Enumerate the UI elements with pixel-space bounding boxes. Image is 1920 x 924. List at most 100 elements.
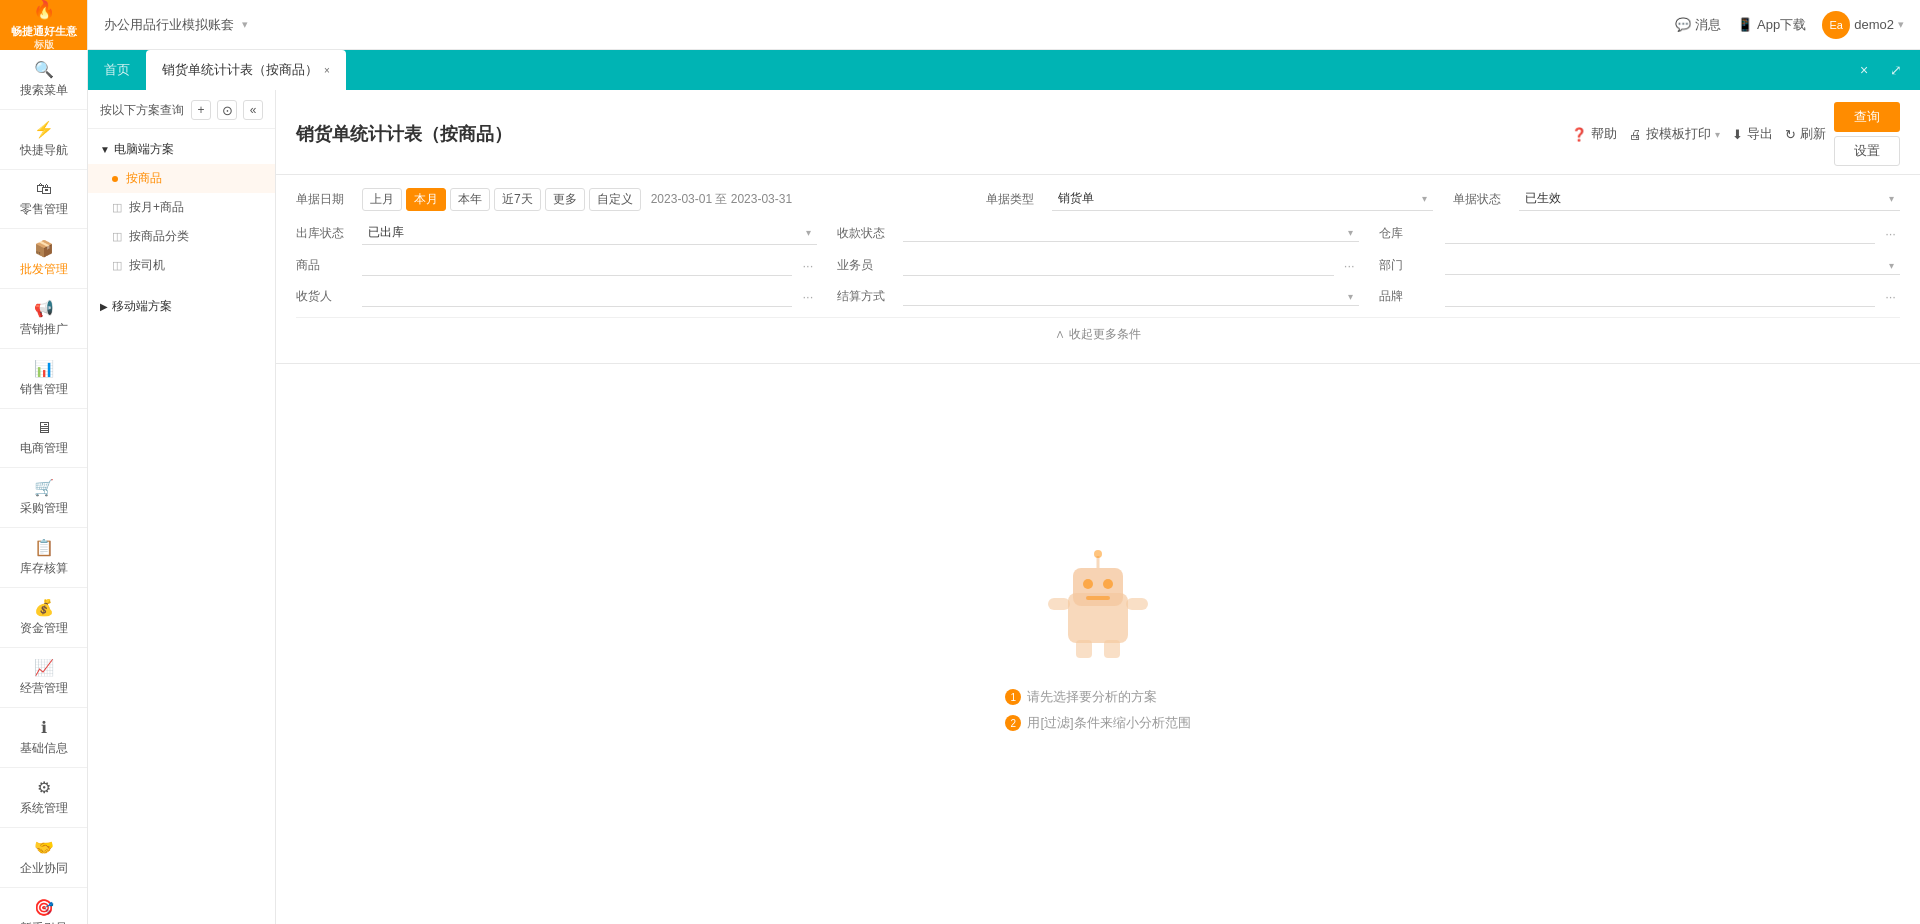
- date-last-month-btn[interactable]: 上月: [362, 188, 402, 211]
- payment-chevron-icon: ▾: [1348, 291, 1353, 302]
- scheme-item-by-goods[interactable]: 按商品: [88, 164, 275, 193]
- status-label: 单据状态: [1453, 191, 1513, 208]
- empty-text-2: 用[过滤]条件来缩小分析范围: [1027, 714, 1190, 732]
- date-custom-btn[interactable]: 自定义: [589, 188, 641, 211]
- top-header-right: 💬 消息 📱 App下载 Ea demo2 ▾: [1675, 11, 1904, 39]
- left-panel-header: 按以下方案查询 + ⊙ «: [88, 90, 275, 129]
- top-header: 办公用品行业模拟账套 ▾ 💬 消息 📱 App下载 Ea demo2 ▾: [88, 0, 1920, 50]
- staff-input[interactable]: [903, 255, 1333, 276]
- date-this-month-btn[interactable]: 本月: [406, 188, 446, 211]
- sidebar-item-basics[interactable]: ℹ 基础信息: [0, 708, 87, 768]
- receiver-input[interactable]: [362, 286, 792, 307]
- date-label: 单据日期: [296, 191, 356, 208]
- type-value: 销货单: [1058, 190, 1094, 207]
- export-btn[interactable]: ⬇ 导出: [1732, 125, 1773, 143]
- sidebar-item-label: 快捷导航: [20, 142, 68, 159]
- app-download-label: App下载: [1757, 16, 1806, 34]
- tab-expand-btn[interactable]: ⤢: [1884, 58, 1908, 82]
- collapse-bar[interactable]: ∧ 收起更多条件: [296, 317, 1900, 351]
- tab-sales-stats[interactable]: 销货单统计计表（按商品） ×: [146, 50, 346, 90]
- refresh-icon: ↻: [1785, 127, 1796, 142]
- sidebar-item-label: 销售管理: [20, 381, 68, 398]
- sidebar-item-purchase[interactable]: 🛒 采购管理: [0, 468, 87, 528]
- sidebar-item-business[interactable]: 📈 经营管理: [0, 648, 87, 708]
- sidebar-item-ecommerce[interactable]: 🖥 电商管理: [0, 409, 87, 468]
- status-value: 已生效: [1525, 190, 1561, 207]
- tab-close-all-btn[interactable]: ×: [1852, 58, 1876, 82]
- receipt-status-select[interactable]: ▾: [903, 224, 1358, 242]
- date-7days-btn[interactable]: 近7天: [494, 188, 541, 211]
- type-select[interactable]: 销货单 ▾: [1052, 187, 1433, 211]
- tab-home[interactable]: 首页: [88, 50, 146, 90]
- sidebar-item-quicknav[interactable]: ⚡ 快捷导航: [0, 110, 87, 170]
- sidebar-item-inventory[interactable]: 📋 库存核算: [0, 528, 87, 588]
- sidebar-item-retail[interactable]: 🛍 零售管理: [0, 170, 87, 229]
- scheme-item-by-category[interactable]: ◫ 按商品分类: [88, 222, 275, 251]
- table-icon-3: ◫: [112, 259, 122, 272]
- type-chevron-icon: ▾: [1422, 193, 1427, 204]
- marketing-icon: 📢: [34, 299, 54, 318]
- dept-select[interactable]: ▾: [1445, 257, 1900, 275]
- filter-brand: 品牌 ···: [1379, 286, 1900, 307]
- scheme-item-by-month-goods[interactable]: ◫ 按月+商品: [88, 193, 275, 222]
- tab-close-icon[interactable]: ×: [324, 65, 330, 76]
- sidebar-item-system[interactable]: ⚙ 系统管理: [0, 768, 87, 828]
- title-right-actions: ❓ 帮助 🖨 按模板打印 ▾ ⬇ 导出 ↻: [1571, 102, 1900, 166]
- staff-dots[interactable]: ···: [1340, 258, 1359, 273]
- settings-btn[interactable]: 设置: [1834, 136, 1900, 166]
- empty-illustration: [1038, 548, 1158, 668]
- sidebar-item-finance[interactable]: 💰 资金管理: [0, 588, 87, 648]
- message-btn[interactable]: 💬 消息: [1675, 16, 1721, 34]
- refresh-btn[interactable]: ↻ 刷新: [1785, 125, 1826, 143]
- brand-dots[interactable]: ···: [1881, 289, 1900, 304]
- sidebar-item-sales[interactable]: 📊 销售管理: [0, 349, 87, 409]
- tab-home-label: 首页: [104, 61, 130, 79]
- receipt-chevron-icon: ▾: [1348, 227, 1353, 238]
- filter-area: 单据日期 上月 本月 本年 近7天 更多 自定义 2023-03-01 至 20…: [276, 175, 1920, 364]
- date-more-btn[interactable]: 更多: [545, 188, 585, 211]
- active-dot: [112, 176, 118, 182]
- user-menu[interactable]: Ea demo2 ▾: [1822, 11, 1904, 39]
- sidebar-item-guide[interactable]: 🎯 新手引导: [0, 888, 87, 924]
- user-chevron-icon: ▾: [1898, 18, 1904, 31]
- collapse-panel-btn[interactable]: «: [243, 100, 263, 120]
- date-this-year-btn[interactable]: 本年: [450, 188, 490, 211]
- app-download-btn[interactable]: 📱 App下载: [1737, 16, 1806, 34]
- scheme-group-mobile-title[interactable]: ▶ 移动端方案: [88, 292, 275, 321]
- sidebar-item-marketing[interactable]: 📢 营销推广: [0, 289, 87, 349]
- collapse-label: ∧ 收起更多条件: [1055, 327, 1140, 341]
- warehouse-input[interactable]: [1445, 223, 1875, 244]
- scheme-item-by-driver[interactable]: ◫ 按司机: [88, 251, 275, 280]
- close-all-icon: ×: [1860, 62, 1868, 78]
- add-scheme-btn[interactable]: +: [191, 100, 211, 120]
- svg-rect-8: [1126, 598, 1148, 610]
- purchase-icon: 🛒: [34, 478, 54, 497]
- sidebar-item-wholesale[interactable]: 📦 批发管理: [0, 229, 87, 289]
- date-range-display: 2023-03-01 至 2023-03-31: [651, 191, 792, 208]
- sidebar-item-search[interactable]: 🔍 搜索菜单: [0, 50, 87, 110]
- empty-text-1: 请先选择要分析的方案: [1027, 688, 1157, 706]
- app-name: 畅捷通好生意: [11, 24, 77, 38]
- print-btn[interactable]: 🖨 按模板打印 ▾: [1629, 125, 1720, 143]
- status-select[interactable]: 已生效 ▾: [1519, 187, 1900, 211]
- help-icon: ❓: [1571, 127, 1587, 142]
- svg-rect-6: [1104, 640, 1120, 658]
- settings-scheme-btn[interactable]: ⊙: [217, 100, 237, 120]
- receiver-dots[interactable]: ···: [798, 289, 817, 304]
- out-status-chevron-icon: ▾: [806, 227, 811, 238]
- payment-select[interactable]: ▾: [903, 288, 1358, 306]
- scheme-group-desktop: ▼ 电脑端方案 按商品 ◫ 按月+商品 ◫ 按商品分类 ◫ 按司机: [88, 129, 275, 286]
- brand-input[interactable]: [1445, 286, 1875, 307]
- dept-chevron-icon: ▾: [1889, 260, 1894, 271]
- goods-input[interactable]: [362, 255, 792, 276]
- tab-actions: × ⤢: [1852, 58, 1920, 82]
- date-group: 上月 本月 本年 近7天 更多 自定义 2023-03-01 至 2023-03…: [362, 188, 966, 211]
- sidebar-item-collab[interactable]: 🤝 企业协同: [0, 828, 87, 888]
- scheme-group-desktop-title[interactable]: ▼ 电脑端方案: [88, 135, 275, 164]
- help-btn[interactable]: ❓ 帮助: [1571, 125, 1617, 143]
- query-btn[interactable]: 查询: [1834, 102, 1900, 132]
- warehouse-dots[interactable]: ···: [1881, 226, 1900, 241]
- goods-dots[interactable]: ···: [798, 258, 817, 273]
- svg-rect-5: [1076, 640, 1092, 658]
- out-status-select[interactable]: 已出库 ▾: [362, 221, 817, 245]
